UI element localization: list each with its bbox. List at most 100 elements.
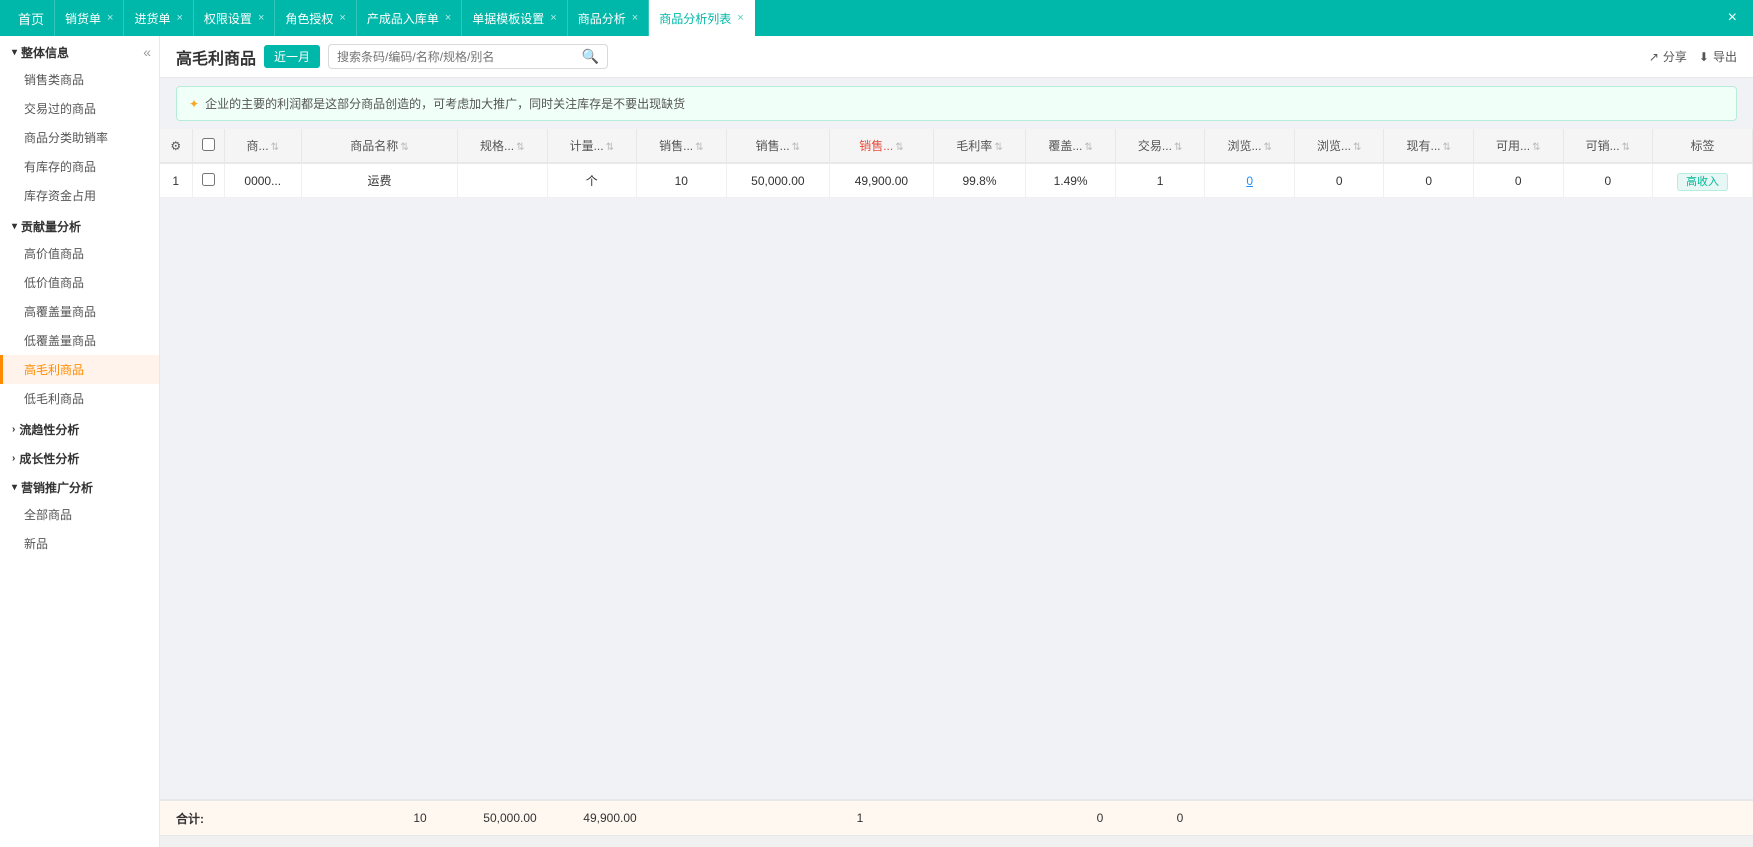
footer-sales-profit: 49,900.00 <box>560 811 660 825</box>
td-sales-profit: 49,900.00 <box>830 163 934 198</box>
nav-tab-home[interactable]: 首页 <box>8 0 55 36</box>
search-icon[interactable]: 🔍 <box>582 48 599 65</box>
th-available[interactable]: 可用...⇅ <box>1473 129 1563 163</box>
sidebar-item-low-margin[interactable]: 低毛利商品 <box>0 384 159 413</box>
share-icon: ↗ <box>1649 50 1659 64</box>
sidebar-item-low-value[interactable]: 低价值商品 <box>0 268 159 297</box>
td-tag: 高收入 <box>1653 163 1753 198</box>
td-checkbox[interactable] <box>192 163 224 198</box>
share-button[interactable]: ↗ 分享 <box>1649 48 1687 65</box>
close-icon[interactable]: × <box>107 12 113 24</box>
sidebar-item-category-rate[interactable]: 商品分类助销率 <box>0 123 159 152</box>
content-area: 高毛利商品 近一月 🔍 ↗ 分享 ⬇ 导出 ✦ 企业的主要的利润都是这部分商品创… <box>160 36 1753 847</box>
sidebar-item-new-goods[interactable]: 新品 <box>0 529 159 558</box>
nav-tab-template[interactable]: 单据模板设置 × <box>462 0 567 36</box>
sidebar-collapse-button[interactable]: « <box>143 44 151 60</box>
td-code[interactable]: 0000... <box>224 163 302 198</box>
chevron-down-icon: ▾ <box>12 482 17 493</box>
sidebar-item-high-coverage[interactable]: 高覆盖量商品 <box>0 297 159 326</box>
header-actions: ↗ 分享 ⬇ 导出 <box>1649 48 1737 65</box>
td-index: 1 <box>160 163 192 198</box>
row-checkbox[interactable] <box>202 173 215 186</box>
sidebar: « ▾ 整体信息 销售类商品 交易过的商品 商品分类助销率 有库存的商品 库存资… <box>0 36 160 847</box>
td-sales-qty: 10 <box>637 163 727 198</box>
page-title: 高毛利商品 <box>176 45 256 69</box>
sidebar-group-contribution[interactable]: ▾ 贡献量分析 <box>0 210 159 239</box>
th-coverage[interactable]: 覆盖...⇅ <box>1026 129 1116 163</box>
th-browse2[interactable]: 浏览...⇅ <box>1294 129 1384 163</box>
sidebar-group-trend[interactable]: › 流趋性分析 <box>0 413 159 442</box>
nav-tab-purchase[interactable]: 进货单 × <box>124 0 193 36</box>
sidebar-item-all-goods[interactable]: 全部商品 <box>0 500 159 529</box>
data-table: ⚙ 商...⇅ 商品名称⇅ 规格...⇅ 计量...⇅ 销售...⇅ 销售...… <box>160 129 1753 198</box>
footer-sales-amount: 50,000.00 <box>460 811 560 825</box>
search-input[interactable] <box>337 50 582 64</box>
nav-tab-role[interactable]: 角色授权 × <box>275 0 356 36</box>
th-sales-qty[interactable]: 销售...⇅ <box>637 129 727 163</box>
th-unit[interactable]: 计量...⇅ <box>547 129 637 163</box>
th-tag[interactable]: 标签 <box>1653 129 1753 163</box>
th-sales-profit[interactable]: 销售...⇅ <box>830 129 934 163</box>
td-available: 0 <box>1473 163 1563 198</box>
select-all-checkbox[interactable] <box>202 138 215 151</box>
th-saleable[interactable]: 可销...⇅ <box>1563 129 1653 163</box>
th-settings[interactable]: ⚙ <box>160 129 192 163</box>
nav-tab-sales[interactable]: 销货单 × <box>55 0 124 36</box>
close-icon[interactable]: × <box>632 12 638 24</box>
th-name[interactable]: 商品名称⇅ <box>302 129 458 163</box>
info-icon: ✦ <box>189 97 199 111</box>
sidebar-item-in-stock[interactable]: 有库存的商品 <box>0 152 159 181</box>
sidebar-item-low-coverage[interactable]: 低覆盖量商品 <box>0 326 159 355</box>
sidebar-item-high-margin[interactable]: 高毛利商品 <box>0 355 159 384</box>
sidebar-item-sales-goods[interactable]: 销售类商品 <box>0 65 159 94</box>
sidebar-item-traded-goods[interactable]: 交易过的商品 <box>0 94 159 123</box>
nav-tab-product-entry[interactable]: 产成品入库单 × <box>357 0 462 36</box>
table-header-row: ⚙ 商...⇅ 商品名称⇅ 规格...⇅ 计量...⇅ 销售...⇅ 销售...… <box>160 129 1753 163</box>
td-browse2: 0 <box>1294 163 1384 198</box>
th-browse1[interactable]: 浏览...⇅ <box>1205 129 1295 163</box>
sidebar-item-high-value[interactable]: 高价值商品 <box>0 239 159 268</box>
td-unit: 个 <box>547 163 637 198</box>
th-transactions[interactable]: 交易...⇅ <box>1115 129 1205 163</box>
close-icon[interactable]: × <box>550 12 556 24</box>
export-icon: ⬇ <box>1699 50 1709 64</box>
th-spec[interactable]: 规格...⇅ <box>457 129 547 163</box>
close-all-tabs-button[interactable]: × <box>1720 9 1745 27</box>
footer-sales-qty: 10 <box>380 811 460 825</box>
horizontal-scrollbar[interactable] <box>160 835 1753 847</box>
td-name[interactable]: 运费 <box>302 163 458 198</box>
export-button[interactable]: ⬇ 导出 <box>1699 48 1737 65</box>
td-transactions: 1 <box>1115 163 1205 198</box>
th-current[interactable]: 现有...⇅ <box>1384 129 1474 163</box>
close-icon[interactable]: × <box>176 12 182 24</box>
close-icon[interactable]: × <box>339 12 345 24</box>
close-icon[interactable]: × <box>258 12 264 24</box>
chevron-right-icon: › <box>12 424 15 435</box>
footer-placeholder2 <box>740 811 820 825</box>
footer-current: 0 <box>1060 811 1140 825</box>
sidebar-group-marketing[interactable]: ▾ 营销推广分析 <box>0 471 159 500</box>
td-current: 0 <box>1384 163 1474 198</box>
nav-tab-product-analysis-list[interactable]: 商品分析列表 × <box>649 0 754 36</box>
sidebar-group-overall[interactable]: ▾ 整体信息 <box>0 36 159 65</box>
th-sales-amount[interactable]: 销售...⇅ <box>726 129 830 163</box>
sidebar-group-growth[interactable]: › 成长性分析 <box>0 442 159 471</box>
th-code[interactable]: 商...⇅ <box>224 129 302 163</box>
td-sales-amount: 50,000.00 <box>726 163 830 198</box>
td-browse1[interactable]: 0 <box>1205 163 1295 198</box>
data-table-wrapper[interactable]: ⚙ 商...⇅ 商品名称⇅ 规格...⇅ 计量...⇅ 销售...⇅ 销售...… <box>160 129 1753 799</box>
table-row: 1 0000... 运费 个 10 50,000.00 49,900.00 99… <box>160 163 1753 198</box>
time-filter-button[interactable]: 近一月 <box>264 45 320 68</box>
chevron-down-icon: ▾ <box>12 221 17 232</box>
close-icon[interactable]: × <box>737 12 743 24</box>
th-gross-rate[interactable]: 毛利率⇅ <box>933 129 1026 163</box>
footer-cells: 10 50,000.00 49,900.00 1 0 0 <box>380 811 1753 825</box>
td-coverage: 1.49% <box>1026 163 1116 198</box>
nav-tab-product-analysis[interactable]: 商品分析 × <box>568 0 649 36</box>
footer-placeholder1 <box>660 811 740 825</box>
close-icon[interactable]: × <box>445 12 451 24</box>
th-checkbox[interactable] <box>192 129 224 163</box>
nav-tab-permission[interactable]: 权限设置 × <box>194 0 275 36</box>
sidebar-item-stock-capital[interactable]: 库存资金占用 <box>0 181 159 210</box>
footer-placeholder4 <box>980 811 1060 825</box>
